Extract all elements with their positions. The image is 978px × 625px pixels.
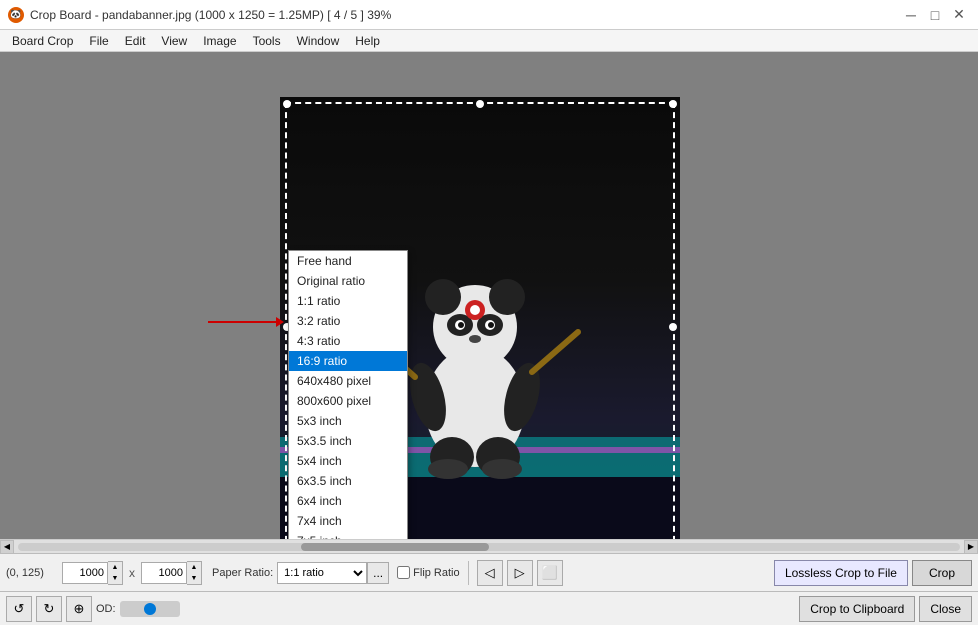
window-controls: ─ □ ✕ [900,4,970,26]
minimize-button[interactable]: ─ [900,4,922,26]
dropdown-item[interactable]: Free hand [289,251,407,271]
bottom-toolbar-2: ↺ ↻ ⊕ OD: Crop to Clipboard Close [0,591,978,625]
dropdown-item[interactable]: 640x480 pixel [289,371,407,391]
arrow-right-btn[interactable]: ▷ [507,560,533,586]
menu-help[interactable]: Help [347,32,388,50]
scroll-track[interactable] [18,543,960,551]
dropdown-item[interactable]: 7x5 inch [289,531,407,539]
menu-file[interactable]: File [81,32,116,50]
coord-display: (0, 125) [6,567,58,579]
width-spin-buttons: ▲ ▼ [108,561,123,585]
window-title: Crop Board - pandabanner.jpg (1000 x 125… [30,8,900,22]
width-input[interactable] [62,562,108,584]
width-spin-down[interactable]: ▼ [108,573,122,584]
dropdown-item[interactable]: 3:2 ratio [289,311,407,331]
dropdown-item[interactable]: 6x4 inch [289,491,407,511]
dropdown-item[interactable]: 5x3.5 inch [289,431,407,451]
canvas-area[interactable]: Free handOriginal ratio1:1 ratio3:2 rati… [0,52,978,539]
width-spinbox: ▲ ▼ [62,561,123,585]
menubar: Board Crop File Edit View Image Tools Wi… [0,30,978,52]
dropdown-item[interactable]: 800x600 pixel [289,391,407,411]
x-separator: x [127,566,137,580]
crop-to-clipboard-btn[interactable]: Crop to Clipboard [799,596,915,622]
fullscreen-btn[interactable]: ⬜ [537,560,563,586]
dropdown-item[interactable]: 7x4 inch [289,511,407,531]
height-spin-buttons: ▲ ▼ [187,561,202,585]
crop-button[interactable]: Crop [912,560,972,586]
paper-ratio-label: Paper Ratio: [212,567,273,579]
menu-window[interactable]: Window [289,32,348,50]
height-spin-up[interactable]: ▲ [187,562,201,573]
close-window-button[interactable]: ✕ [948,4,970,26]
dropdown-item[interactable]: 5x4 inch [289,451,407,471]
titlebar: 🐼 Crop Board - pandabanner.jpg (1000 x 1… [0,0,978,30]
dropdown-item[interactable]: 4:3 ratio [289,331,407,351]
lossless-crop-btn[interactable]: Lossless Crop to File [774,560,908,586]
ratio-select[interactable]: Free handOriginal ratio1:1 ratio3:2 rati… [277,562,367,584]
horizontal-scrollbar[interactable]: ◀ ▶ [0,539,978,553]
arrow-line [208,321,278,323]
menu-tools[interactable]: Tools [245,32,289,50]
more-options-button[interactable]: ... [367,562,389,584]
menu-view[interactable]: View [153,32,195,50]
scroll-thumb[interactable] [301,543,489,551]
scroll-left-btn[interactable]: ◀ [0,540,14,554]
height-spin-down[interactable]: ▼ [187,573,201,584]
arrow-indicator [208,321,278,323]
rotate-ccw-btn[interactable]: ↺ [6,596,32,622]
center-btn[interactable]: ⊕ [66,596,92,622]
restore-button[interactable]: □ [924,4,946,26]
od-section: OD: [96,601,180,617]
menu-edit[interactable]: Edit [117,32,154,50]
separator-1 [468,561,469,585]
flip-ratio-checkbox[interactable] [397,566,410,579]
flip-ratio-checkbox-wrapper: Flip Ratio [397,566,459,579]
height-spinbox: ▲ ▼ [141,561,202,585]
arrow-left-btn[interactable]: ◁ [477,560,503,586]
ratio-select-wrapper: Free handOriginal ratio1:1 ratio3:2 rati… [277,562,389,584]
dropdown-item[interactable]: Original ratio [289,271,407,291]
dropdown-item[interactable]: 5x3 inch [289,411,407,431]
ratio-dropdown[interactable]: Free handOriginal ratio1:1 ratio3:2 rati… [288,250,408,539]
bottom-toolbar-1: (0, 125) ▲ ▼ x ▲ ▼ Paper Ratio: Free han… [0,553,978,591]
flip-ratio-label: Flip Ratio [413,567,459,579]
od-slider[interactable] [120,601,180,617]
dropdown-item[interactable]: 1:1 ratio [289,291,407,311]
main-area: Free handOriginal ratio1:1 ratio3:2 rati… [0,52,978,625]
menu-board-crop[interactable]: Board Crop [4,32,81,50]
dropdown-item[interactable]: 16:9 ratio [289,351,407,371]
od-label: OD: [96,603,116,615]
height-input[interactable] [141,562,187,584]
scroll-right-btn[interactable]: ▶ [964,540,978,554]
app-icon: 🐼 [8,7,24,23]
close-btn[interactable]: Close [919,596,972,622]
width-spin-up[interactable]: ▲ [108,562,122,573]
menu-image[interactable]: Image [195,32,244,50]
dropdown-item[interactable]: 6x3.5 inch [289,471,407,491]
rotate-cw-btn[interactable]: ↻ [36,596,62,622]
